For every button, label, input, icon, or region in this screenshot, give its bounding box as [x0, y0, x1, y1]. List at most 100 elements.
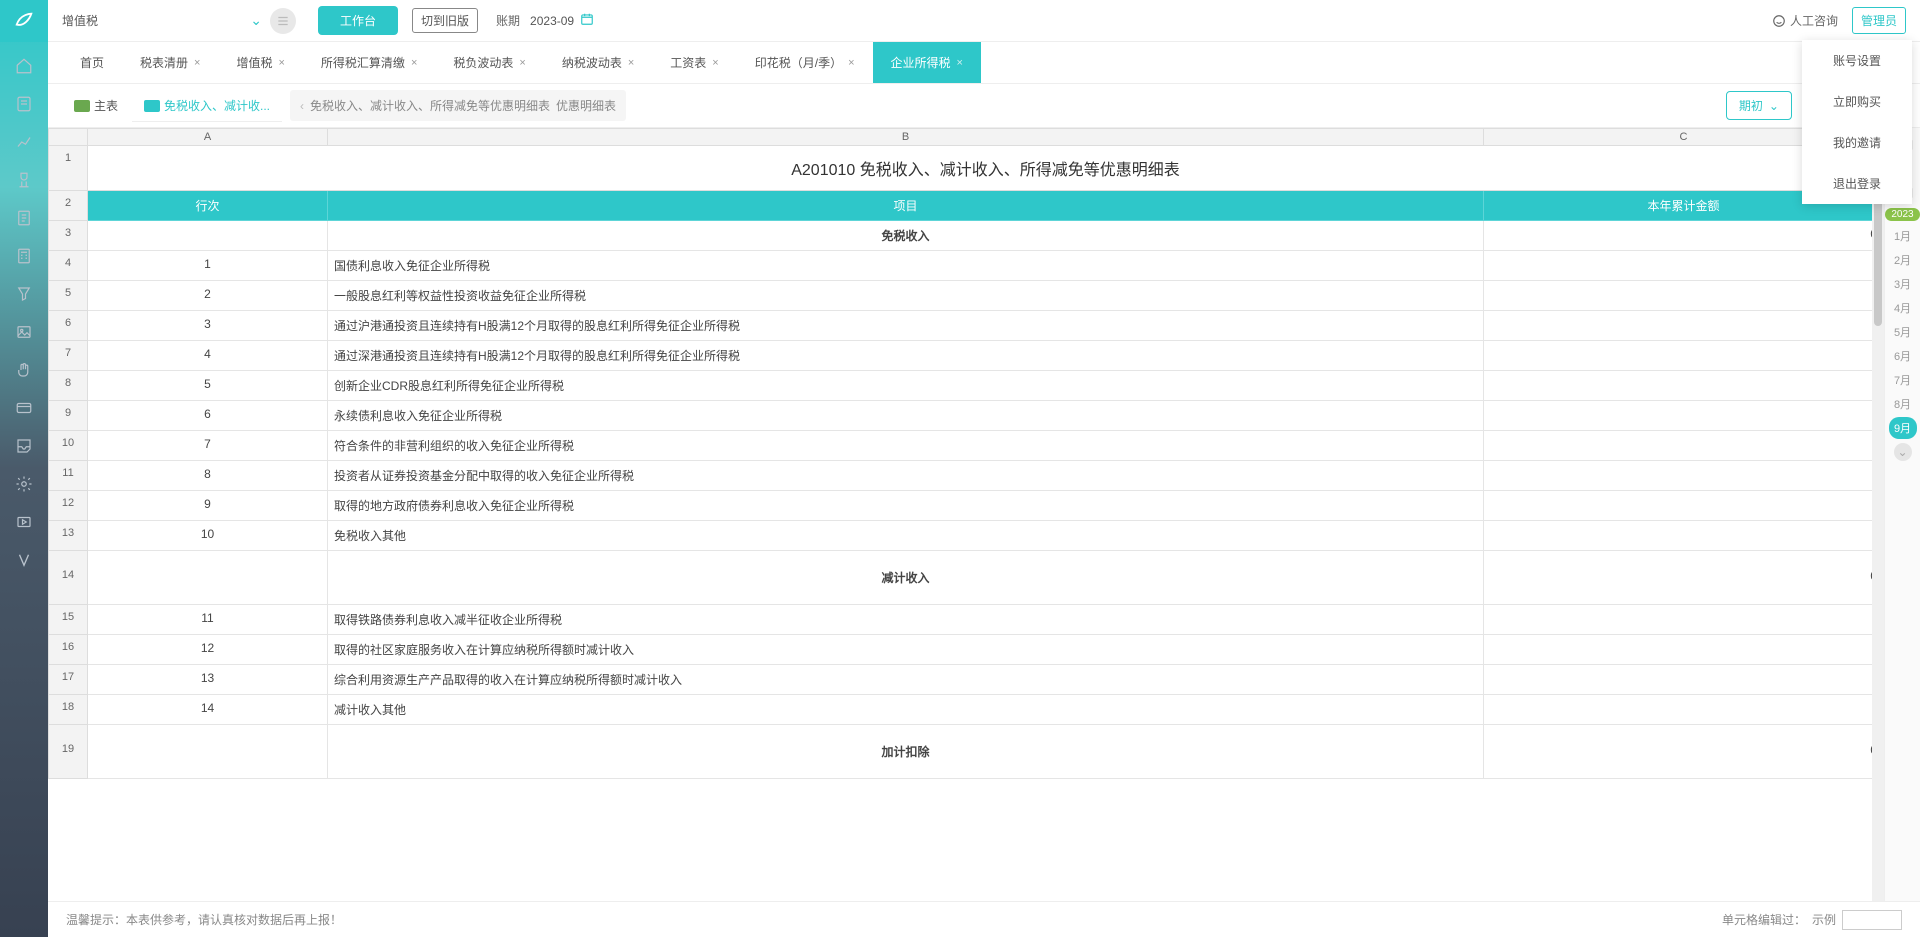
calc-icon[interactable]	[14, 246, 34, 266]
hand-icon[interactable]	[14, 360, 34, 380]
month-item[interactable]: 6月	[1885, 345, 1920, 367]
gear-icon[interactable]	[14, 474, 34, 494]
cell-seq[interactable]: 3	[88, 311, 328, 341]
cell-item[interactable]: 通过深港通投资且连续持有H股满12个月取得的股息红利所得免征企业所得税	[328, 341, 1484, 371]
month-item[interactable]: 7月	[1885, 369, 1920, 391]
month-item[interactable]: 2月	[1885, 249, 1920, 271]
tab[interactable]: 纳税波动表×	[544, 42, 652, 83]
workbench-button[interactable]: 工作台	[318, 6, 398, 35]
cell-amount[interactable]	[1484, 371, 1884, 401]
tab[interactable]: 所得税汇算清缴×	[303, 42, 435, 83]
cell-item[interactable]: 一般股息红利等权益性投资收益免征企业所得税	[328, 281, 1484, 311]
close-icon[interactable]: ×	[712, 57, 718, 69]
cell-amount[interactable]	[1484, 605, 1884, 635]
cell-seq[interactable]: 2	[88, 281, 328, 311]
menu-buy-now[interactable]: 立即购买	[1802, 81, 1912, 122]
month-item[interactable]: 5月	[1885, 321, 1920, 343]
cell-item[interactable]: 永续债利息收入免征企业所得税	[328, 401, 1484, 431]
cell-item[interactable]: 免税收入其他	[328, 521, 1484, 551]
admin-button[interactable]: 管理员	[1852, 7, 1906, 34]
video-icon[interactable]	[14, 512, 34, 532]
cell-seq[interactable]: 8	[88, 461, 328, 491]
money-icon[interactable]	[14, 170, 34, 190]
filter-icon[interactable]	[14, 284, 34, 304]
month-item[interactable]: 9月	[1889, 417, 1917, 439]
cell-seq[interactable]	[88, 551, 328, 605]
cell-amount[interactable]	[1484, 311, 1884, 341]
subtab-exempt[interactable]: 免税收入、减计收...	[132, 89, 282, 122]
inbox-icon[interactable]	[14, 436, 34, 456]
cell-item[interactable]: 综合利用资源生产产品取得的收入在计算应纳税所得额时减计收入	[328, 665, 1484, 695]
cell-seq[interactable]: 12	[88, 635, 328, 665]
cell-seq[interactable]: 9	[88, 491, 328, 521]
close-icon[interactable]: ×	[957, 57, 963, 69]
month-item[interactable]: 1月	[1885, 225, 1920, 247]
cell-amount[interactable]	[1484, 491, 1884, 521]
cell-seq[interactable]: 6	[88, 401, 328, 431]
card-icon[interactable]	[14, 398, 34, 418]
cell-amount[interactable]	[1484, 431, 1884, 461]
cell-amount[interactable]	[1484, 635, 1884, 665]
cell-amount[interactable]	[1484, 695, 1884, 725]
cell-item[interactable]: 取得的社区家庭服务收入在计算应纳税所得额时减计收入	[328, 635, 1484, 665]
cell-amount[interactable]	[1484, 521, 1884, 551]
cell-seq[interactable]: 10	[88, 521, 328, 551]
month-item[interactable]: 8月	[1885, 393, 1920, 415]
cell-seq[interactable]: 5	[88, 371, 328, 401]
report-icon[interactable]	[14, 94, 34, 114]
cell-seq[interactable]: 7	[88, 431, 328, 461]
vertical-scrollbar[interactable]	[1872, 146, 1884, 901]
tab[interactable]: 企业所得税×	[873, 42, 981, 83]
close-icon[interactable]: ×	[628, 57, 634, 69]
close-icon[interactable]: ×	[519, 57, 525, 69]
close-icon[interactable]: ×	[411, 57, 417, 69]
cell-section[interactable]: 加计扣除	[328, 725, 1484, 779]
month-more-icon[interactable]: ⌄	[1894, 443, 1912, 461]
cell-amount[interactable]	[1484, 665, 1884, 695]
cell-seq[interactable]: 11	[88, 605, 328, 635]
cell-seq[interactable]	[88, 725, 328, 779]
example-input[interactable]	[1842, 910, 1902, 930]
subtab-main[interactable]: 主表	[62, 89, 130, 122]
chart-icon[interactable]	[14, 132, 34, 152]
cell-seq[interactable]: 4	[88, 341, 328, 371]
cell-item[interactable]: 创新企业CDR股息红利所得免征企业所得税	[328, 371, 1484, 401]
menu-logout[interactable]: 退出登录	[1802, 163, 1912, 204]
tab[interactable]: 工资表×	[652, 42, 736, 83]
cell-seq[interactable]	[88, 221, 328, 251]
cell-item[interactable]: 国债利息收入免征企业所得税	[328, 251, 1484, 281]
home-icon[interactable]	[14, 56, 34, 76]
cell-item[interactable]: 通过沪港通投资且连续持有H股满12个月取得的股息红利所得免征企业所得税	[328, 311, 1484, 341]
tab[interactable]: 增值税×	[218, 42, 302, 83]
consult-button[interactable]: 人工咨询	[1772, 12, 1838, 29]
cell-seq[interactable]: 1	[88, 251, 328, 281]
v-icon[interactable]	[14, 550, 34, 570]
cell-amount[interactable]	[1484, 401, 1884, 431]
month-item[interactable]: 4月	[1885, 297, 1920, 319]
doc-icon[interactable]	[14, 208, 34, 228]
spreadsheet[interactable]: ABC1A201010 免税收入、减计收入、所得减免等优惠明细表2行次项目本年累…	[48, 128, 1884, 901]
company-dropdown[interactable]: 增值税 ⌄	[62, 12, 262, 29]
image-icon[interactable]	[14, 322, 34, 342]
cell-amount[interactable]	[1484, 461, 1884, 491]
cell-section[interactable]: 免税收入	[328, 221, 1484, 251]
tab[interactable]: 税负波动表×	[435, 42, 543, 83]
month-item[interactable]: 3月	[1885, 273, 1920, 295]
cell-item[interactable]: 投资者从证券投资基金分配中取得的收入免征企业所得税	[328, 461, 1484, 491]
menu-account-settings[interactable]: 账号设置	[1802, 40, 1912, 81]
switch-old-button[interactable]: 切到旧版	[412, 8, 478, 33]
cell-amount[interactable]: 0	[1484, 221, 1884, 251]
chevron-left-icon[interactable]: ‹	[300, 99, 304, 113]
cell-amount[interactable]: 0	[1484, 725, 1884, 779]
close-icon[interactable]: ×	[278, 57, 284, 69]
menu-my-invite[interactable]: 我的邀请	[1802, 122, 1912, 163]
cell-item[interactable]: 符合条件的非营利组织的收入免征企业所得税	[328, 431, 1484, 461]
cell-seq[interactable]: 14	[88, 695, 328, 725]
tab[interactable]: 首页	[62, 42, 122, 83]
close-icon[interactable]: ×	[194, 57, 200, 69]
cell-item[interactable]: 减计收入其他	[328, 695, 1484, 725]
calendar-icon[interactable]	[580, 12, 594, 29]
cell-amount[interactable]	[1484, 281, 1884, 311]
cell-section[interactable]: 减计收入	[328, 551, 1484, 605]
tab[interactable]: 印花税（月/季）×	[737, 42, 873, 83]
